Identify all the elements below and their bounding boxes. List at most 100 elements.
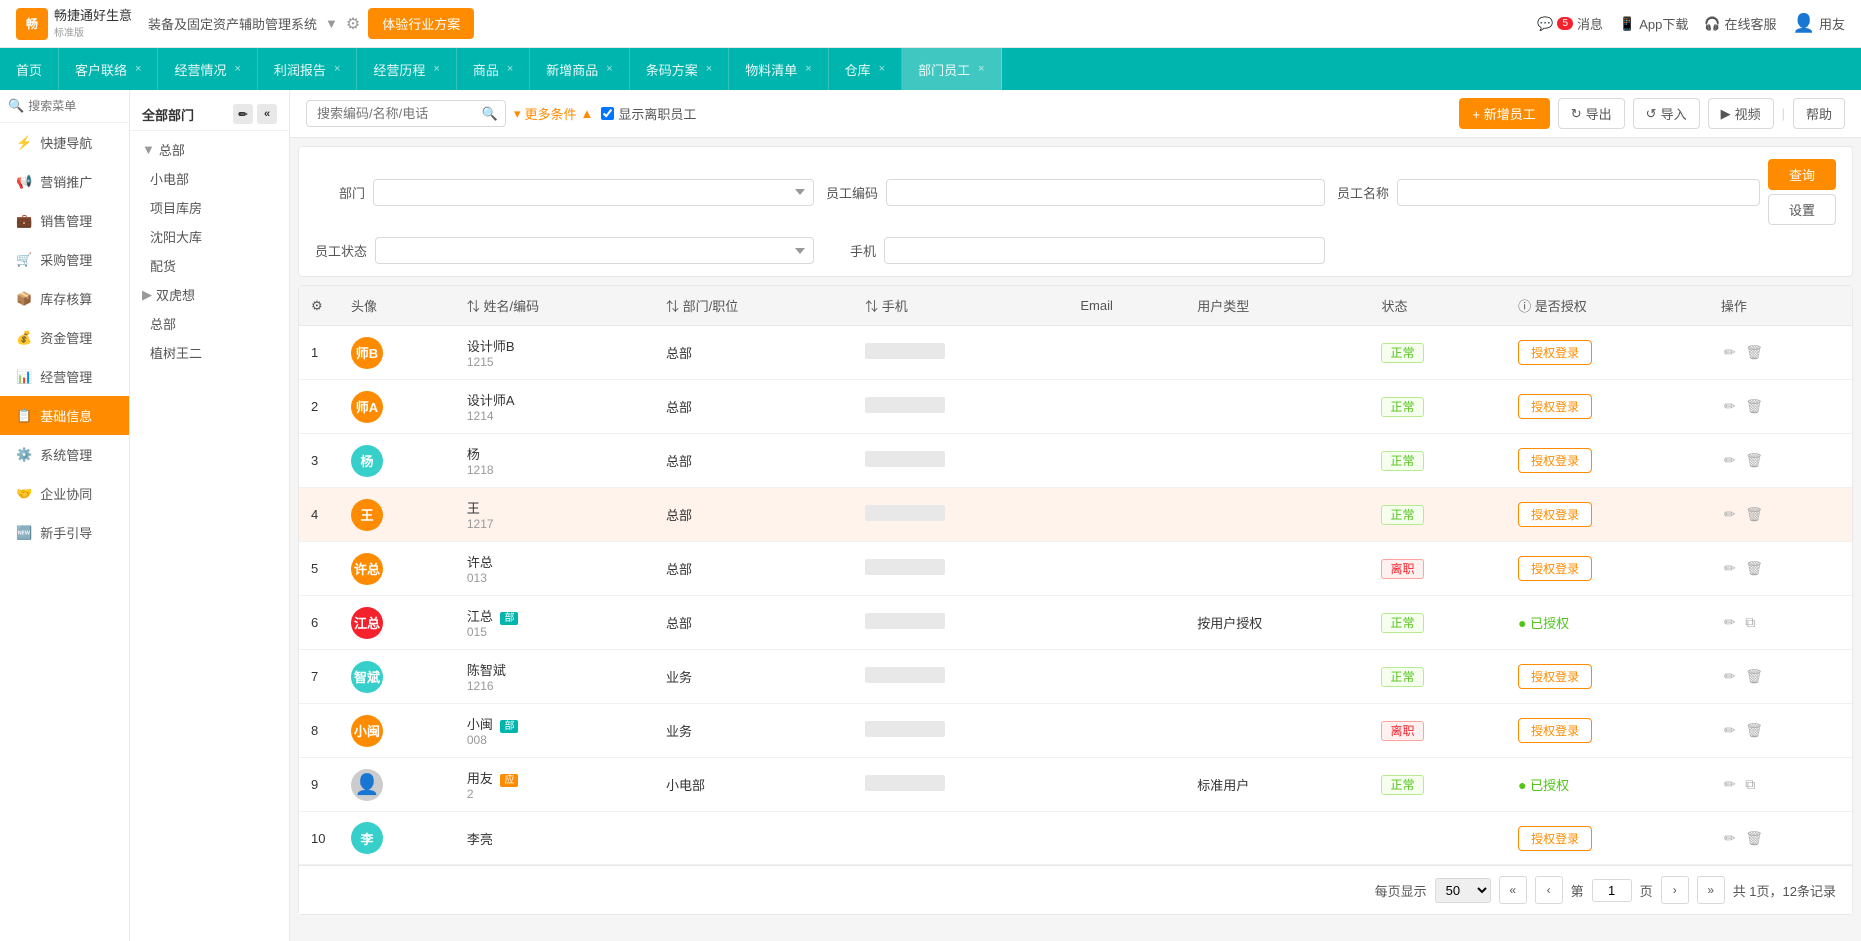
tab-bom[interactable]: 物料清单 ×	[729, 48, 828, 90]
copy-icon-6[interactable]: ⧉	[1745, 614, 1755, 630]
tab-new-goods-close[interactable]: ×	[606, 63, 612, 75]
app-download[interactable]: 📱 App下载	[1619, 14, 1688, 33]
auth-btn-2[interactable]: 授权登录	[1518, 394, 1592, 419]
last-page-button[interactable]: »	[1697, 876, 1725, 904]
sidebar-item-purchase[interactable]: 🛒 采购管理	[0, 240, 129, 279]
more-filter-button[interactable]: ▾ 更多条件 ▲	[514, 104, 593, 123]
user-area[interactable]: 👤 用友	[1793, 13, 1845, 34]
tab-employee[interactable]: 部门员工 ×	[902, 48, 1001, 90]
auth-btn-8[interactable]: 授权登录	[1518, 718, 1592, 743]
delete-icon-1[interactable]: 🗑	[1745, 344, 1763, 360]
export-button[interactable]: ↻ 导出	[1558, 98, 1625, 129]
tab-goods-close[interactable]: ×	[507, 63, 513, 75]
copy-icon-9[interactable]: ⧉	[1745, 776, 1755, 792]
edit-icon-1[interactable]: ✏	[1724, 344, 1736, 360]
tab-home[interactable]: 首页	[0, 48, 59, 90]
auth-btn-10[interactable]: 授权登录	[1518, 826, 1592, 851]
auth-btn-1[interactable]: 授权登录	[1518, 340, 1592, 365]
query-button[interactable]: 查询	[1768, 159, 1836, 190]
show-resigned-checkbox[interactable]	[601, 107, 614, 120]
filter-status-select[interactable]	[375, 237, 814, 264]
edit-icon-7[interactable]: ✏	[1724, 668, 1736, 684]
page-number-input[interactable]	[1592, 879, 1632, 902]
import-button[interactable]: ↺ 导入	[1633, 98, 1700, 129]
dept-item-delivery[interactable]: 配货	[130, 251, 289, 280]
sidebar-item-basic[interactable]: 📋 基础信息	[0, 396, 129, 435]
tab-warehouse-close[interactable]: ×	[879, 63, 885, 75]
edit-icon-6[interactable]: ✏	[1724, 614, 1736, 630]
page-size-select[interactable]: 50 100	[1435, 878, 1491, 903]
sidebar-item-sales[interactable]: 💼 销售管理	[0, 201, 129, 240]
delete-icon-5[interactable]: 🗑	[1745, 560, 1763, 576]
tab-new-goods[interactable]: 新增商品 ×	[530, 48, 629, 90]
dropdown-icon[interactable]: ▼	[325, 16, 338, 31]
sidebar-item-collab[interactable]: 🤝 企业协同	[0, 474, 129, 513]
th-name[interactable]: ⇅ 姓名/编码	[455, 286, 654, 326]
edit-icon-2[interactable]: ✏	[1724, 398, 1736, 414]
delete-icon-8[interactable]: 🗑	[1745, 722, 1763, 738]
tab-operation-close[interactable]: ×	[234, 63, 240, 75]
trial-button[interactable]: 体验行业方案	[368, 8, 474, 39]
sidebar-item-inventory[interactable]: 📦 库存核算	[0, 279, 129, 318]
edit-icon-3[interactable]: ✏	[1724, 452, 1736, 468]
add-employee-button[interactable]: + 新增员工	[1459, 98, 1550, 129]
search-input[interactable]	[306, 100, 506, 127]
dept-collapse-icon[interactable]: «	[257, 104, 277, 124]
tab-customer-close[interactable]: ×	[135, 63, 141, 75]
next-page-button[interactable]: ›	[1661, 876, 1689, 904]
delete-icon-10[interactable]: 🗑	[1745, 830, 1763, 846]
settings-icon[interactable]: ⚙	[346, 14, 360, 34]
tab-profit-close[interactable]: ×	[334, 63, 340, 75]
edit-icon-4[interactable]: ✏	[1724, 506, 1736, 522]
dept-item-small-elec[interactable]: 小电部	[130, 164, 289, 193]
dept-item-hq[interactable]: 总部	[130, 309, 289, 338]
sidebar-item-quick[interactable]: ⚡ 快捷导航	[0, 123, 129, 162]
dept-item-general[interactable]: ▼ 总部	[130, 135, 289, 164]
dept-item-planting[interactable]: 植树王二	[130, 338, 289, 367]
filter-dept-select[interactable]	[373, 179, 814, 206]
dept-item-project[interactable]: 项目库房	[130, 193, 289, 222]
th-dept[interactable]: ⇅ 部门/职位	[654, 286, 853, 326]
tab-history-close[interactable]: ×	[433, 63, 439, 75]
tab-bom-close[interactable]: ×	[805, 63, 811, 75]
tab-operation[interactable]: 经营情况 ×	[158, 48, 257, 90]
sidebar-item-finance[interactable]: 💰 资金管理	[0, 318, 129, 357]
tab-history[interactable]: 经营历程 ×	[357, 48, 456, 90]
tab-barcode[interactable]: 条码方案 ×	[630, 48, 729, 90]
show-resigned-label[interactable]: 显示离职员工	[601, 104, 696, 123]
sidebar-item-marketing[interactable]: 📢 营销推广	[0, 162, 129, 201]
tab-barcode-close[interactable]: ×	[706, 63, 712, 75]
tab-employee-close[interactable]: ×	[978, 63, 984, 75]
sidebar-item-system[interactable]: ⚙️ 系统管理	[0, 435, 129, 474]
filter-code-input[interactable]	[886, 179, 1325, 206]
edit-icon-10[interactable]: ✏	[1724, 830, 1736, 846]
sidebar-item-guide[interactable]: 🆕 新手引导	[0, 513, 129, 552]
delete-icon-4[interactable]: 🗑	[1745, 506, 1763, 522]
dept-item-shenyang[interactable]: 沈阳大库	[130, 222, 289, 251]
th-settings[interactable]: ⚙	[299, 286, 339, 326]
dept-item-shuanghu[interactable]: ▶ 双虎想	[130, 280, 289, 309]
set-button[interactable]: 设置	[1768, 194, 1836, 225]
help-button[interactable]: 帮助	[1793, 98, 1845, 129]
auth-btn-5[interactable]: 授权登录	[1518, 556, 1592, 581]
video-button[interactable]: ▶ 视频	[1708, 98, 1774, 129]
nav-search-input[interactable]	[28, 99, 108, 113]
prev-page-button[interactable]: ‹	[1535, 876, 1563, 904]
tab-warehouse[interactable]: 仓库 ×	[829, 48, 902, 90]
sidebar-item-operations[interactable]: 📊 经营管理	[0, 357, 129, 396]
filter-phone-input[interactable]	[884, 237, 1325, 264]
delete-icon-3[interactable]: 🗑	[1745, 452, 1763, 468]
auth-btn-3[interactable]: 授权登录	[1518, 448, 1592, 473]
online-service[interactable]: 🎧 在线客服	[1704, 14, 1776, 33]
tab-profit[interactable]: 利润报告 ×	[258, 48, 357, 90]
filter-name-input[interactable]	[1397, 179, 1760, 206]
edit-icon-5[interactable]: ✏	[1724, 560, 1736, 576]
first-page-button[interactable]: «	[1499, 876, 1527, 904]
tab-customer[interactable]: 客户联络 ×	[59, 48, 158, 90]
edit-icon-8[interactable]: ✏	[1724, 722, 1736, 738]
dept-edit-icon[interactable]: ✏	[233, 104, 253, 124]
tab-goods[interactable]: 商品 ×	[457, 48, 530, 90]
delete-icon-2[interactable]: 🗑	[1745, 398, 1763, 414]
delete-icon-7[interactable]: 🗑	[1745, 668, 1763, 684]
th-phone[interactable]: ⇅ 手机	[853, 286, 1068, 326]
